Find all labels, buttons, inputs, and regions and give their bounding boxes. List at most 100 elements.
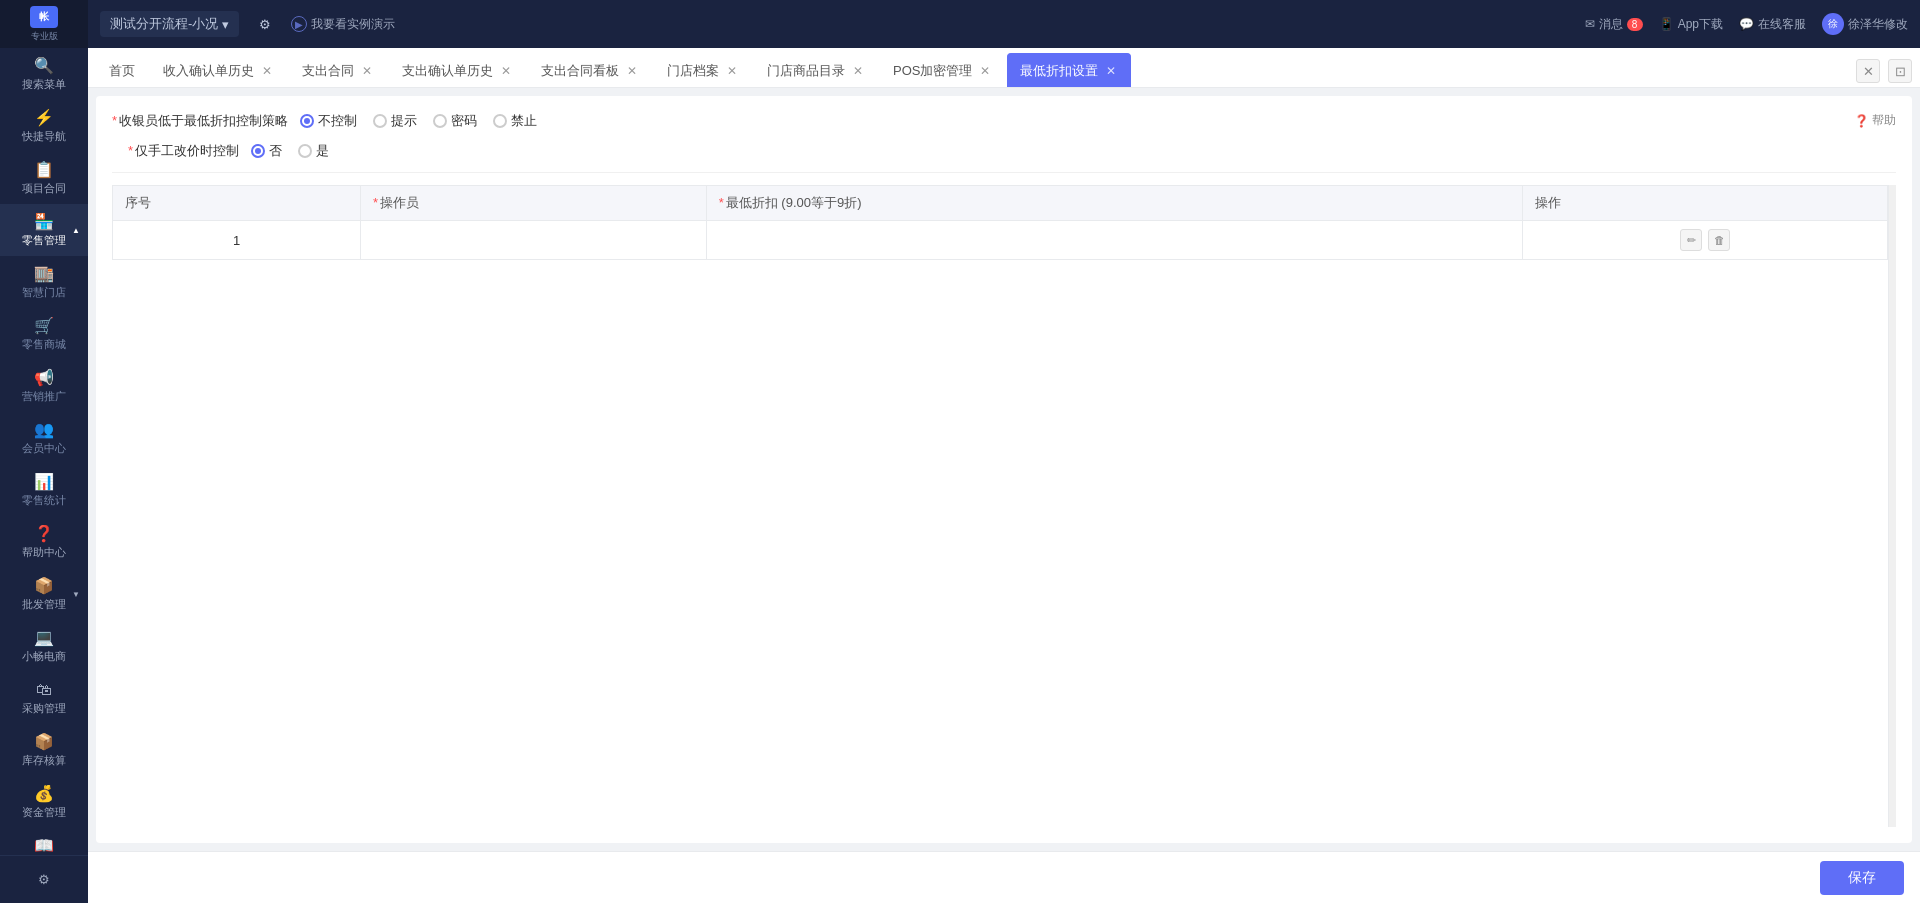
scrollbar-track[interactable] xyxy=(1888,185,1896,827)
customer-service-button[interactable]: 💬 在线客服 xyxy=(1739,16,1806,33)
radio-yes[interactable]: 是 xyxy=(298,142,329,160)
edit-icon-btn[interactable]: ✏ xyxy=(1680,229,1702,251)
sidebar-item-smartshop[interactable]: 🏬智慧门店 xyxy=(0,256,88,308)
content-card: ❓ 帮助 *收银员低于最低折扣控制策略 不控制提示密码禁止 *仅手工改价时控制 xyxy=(96,96,1912,843)
sidebar-item-member[interactable]: 👥会员中心 xyxy=(0,412,88,464)
help-link[interactable]: ❓ 帮助 xyxy=(1854,112,1896,129)
tab-min_discount[interactable]: 最低折扣设置✕ xyxy=(1007,53,1131,87)
sidebar-item-retail[interactable]: 🏪零售管理 xyxy=(0,204,88,256)
radio-label: 密码 xyxy=(451,112,477,130)
project-selector[interactable]: 测试分开流程-小况 ▾ xyxy=(100,11,239,37)
nav-icon: 🏪 xyxy=(34,212,54,231)
table-row: 1 ✏ 🗑 xyxy=(113,221,1888,260)
tabbar-actions: ✕ ⊡ xyxy=(1856,59,1912,87)
tab-label: 支出确认单历史 xyxy=(402,62,493,80)
radio-no_control[interactable]: 不控制 xyxy=(300,112,357,130)
sidebar-item-project[interactable]: 📋项目合同 xyxy=(0,152,88,204)
close-tab-button[interactable]: ✕ xyxy=(1856,59,1880,83)
nav-icon: 💰 xyxy=(34,784,54,803)
tab-payment_board[interactable]: 支出合同看板 ✕ xyxy=(528,53,652,87)
topbar: 测试分开流程-小况 ▾ ⚙ ▶ 我要看实例演示 ✉ 消息 8 📱 App下载 💬… xyxy=(88,0,1920,48)
tab-close-icon[interactable]: ✕ xyxy=(851,64,865,78)
sidebar-item-purchase[interactable]: 🛍采购管理 xyxy=(0,672,88,724)
sidebar-item-fund[interactable]: 💰资金管理 xyxy=(0,776,88,828)
tab-store_profile[interactable]: 门店档案✕ xyxy=(654,53,752,87)
radio-circle xyxy=(298,144,312,158)
sidebar-item-ledger[interactable]: 📖总账管理 xyxy=(0,828,88,855)
tab-store_catalog[interactable]: 门店商品目录 ✕ xyxy=(754,53,878,87)
user-menu-button[interactable]: 徐 徐泽华修改 xyxy=(1822,13,1908,35)
cell-min_discount xyxy=(706,221,1523,260)
tab-label: 支出合同 xyxy=(302,62,354,80)
tab-payment_history[interactable]: 支出确认单历史 ✕ xyxy=(389,53,526,87)
app-download-label: App下载 xyxy=(1678,16,1723,33)
project-name: 测试分开流程-小况 xyxy=(110,15,218,33)
cell-seq: 1 xyxy=(113,221,361,260)
radio-circle xyxy=(493,114,507,128)
sidebar-item-help[interactable]: ❓帮助中心 xyxy=(0,516,88,568)
settings-button[interactable]: ⚙ xyxy=(0,855,88,903)
tab-payment_contract[interactable]: 支出合同 ✕ xyxy=(289,53,387,87)
sidebar-item-eshop[interactable]: 🛒零售商城 xyxy=(0,308,88,360)
sidebar-item-wholesale[interactable]: 📦批发管理 xyxy=(0,568,88,620)
customer-service-label: 在线客服 xyxy=(1758,16,1806,33)
content-area: ❓ 帮助 *收银员低于最低折扣控制策略 不控制提示密码禁止 *仅手工改价时控制 xyxy=(88,88,1920,851)
message-button[interactable]: ✉ 消息 8 xyxy=(1585,16,1643,33)
tab-income_history[interactable]: 收入确认单历史 ✕ xyxy=(150,53,287,87)
nav-icon: 📦 xyxy=(34,732,54,751)
radio-forbid[interactable]: 禁止 xyxy=(493,112,537,130)
radio-remind[interactable]: 提示 xyxy=(373,112,417,130)
sidebar-item-quicknav[interactable]: ⚡快捷导航 xyxy=(0,100,88,152)
tab-label: 支出合同看板 xyxy=(541,62,619,80)
settings-topbar-button[interactable]: ⚙ xyxy=(251,17,279,32)
main-area: 测试分开流程-小况 ▾ ⚙ ▶ 我要看实例演示 ✉ 消息 8 📱 App下载 💬… xyxy=(88,0,1920,903)
tab-label: 收入确认单历史 xyxy=(163,62,254,80)
radio-no[interactable]: 否 xyxy=(251,142,282,160)
radio-label: 提示 xyxy=(391,112,417,130)
help-icon: ❓ xyxy=(1854,114,1869,128)
message-icon: ✉ xyxy=(1585,17,1595,31)
col-header-min_discount: *最低折扣 (9.00等于9折) xyxy=(706,186,1523,221)
tab-label: POS加密管理 xyxy=(893,62,972,80)
tab-close-icon[interactable]: ✕ xyxy=(260,64,274,78)
help-label: 帮助 xyxy=(1872,112,1896,129)
tab-close-icon[interactable]: ✕ xyxy=(1104,64,1118,78)
sidebar-item-ecommerce[interactable]: 💻小畅电商 xyxy=(0,620,88,672)
app-download-button[interactable]: 📱 App下载 xyxy=(1659,16,1723,33)
sidebar-item-marketing[interactable]: 📢营销推广 xyxy=(0,360,88,412)
tab-close-icon[interactable]: ✕ xyxy=(978,64,992,78)
radio-circle xyxy=(300,114,314,128)
sidebar-item-search[interactable]: 🔍搜索菜单 xyxy=(0,48,88,100)
radio-group-2: 否是 xyxy=(251,142,329,160)
tab-label: 门店商品目录 xyxy=(767,62,845,80)
radio-label: 不控制 xyxy=(318,112,357,130)
tab-close-icon[interactable]: ✕ xyxy=(499,64,513,78)
nav-icon: 📋 xyxy=(34,160,54,179)
sidebar-item-stats[interactable]: 📊零售统计 xyxy=(0,464,88,516)
user-name: 徐泽华修改 xyxy=(1848,16,1908,33)
message-label: 消息 xyxy=(1599,16,1623,33)
tab-close-icon[interactable]: ✕ xyxy=(725,64,739,78)
delete-icon-btn[interactable]: 🗑 xyxy=(1708,229,1730,251)
tab-close-icon[interactable]: ✕ xyxy=(360,64,374,78)
nav-icon: 📊 xyxy=(34,472,54,491)
save-button[interactable]: 保存 xyxy=(1820,861,1904,895)
tab-close-icon[interactable]: ✕ xyxy=(625,64,639,78)
radio-password[interactable]: 密码 xyxy=(433,112,477,130)
tab-pos_password[interactable]: POS加密管理 ✕ xyxy=(880,53,1005,87)
col-header-seq: 序号 xyxy=(113,186,361,221)
gear-icon: ⚙ xyxy=(38,872,50,887)
demo-link[interactable]: ▶ 我要看实例演示 xyxy=(291,16,395,33)
data-table: 序号*操作员*最低折扣 (9.00等于9折)操作 1 ✏ 🗑 xyxy=(112,185,1888,260)
play-icon: ▶ xyxy=(291,16,307,32)
expand-tab-button[interactable]: ⊡ xyxy=(1888,59,1912,83)
cell-action: ✏ 🗑 xyxy=(1523,221,1888,260)
sidebar: 帐 专业版 🔍搜索菜单⚡快捷导航📋项目合同🏪零售管理🏬智慧门店🛒零售商城📢营销推… xyxy=(0,0,88,903)
tab-label: 首页 xyxy=(109,62,135,80)
radio-circle xyxy=(433,114,447,128)
nav-icon: 🔍 xyxy=(34,56,54,75)
tab-home[interactable]: 首页 xyxy=(96,53,148,87)
nav-icon: ❓ xyxy=(34,524,54,543)
sidebar-item-inventory[interactable]: 📦库存核算 xyxy=(0,724,88,776)
radio-circle xyxy=(373,114,387,128)
